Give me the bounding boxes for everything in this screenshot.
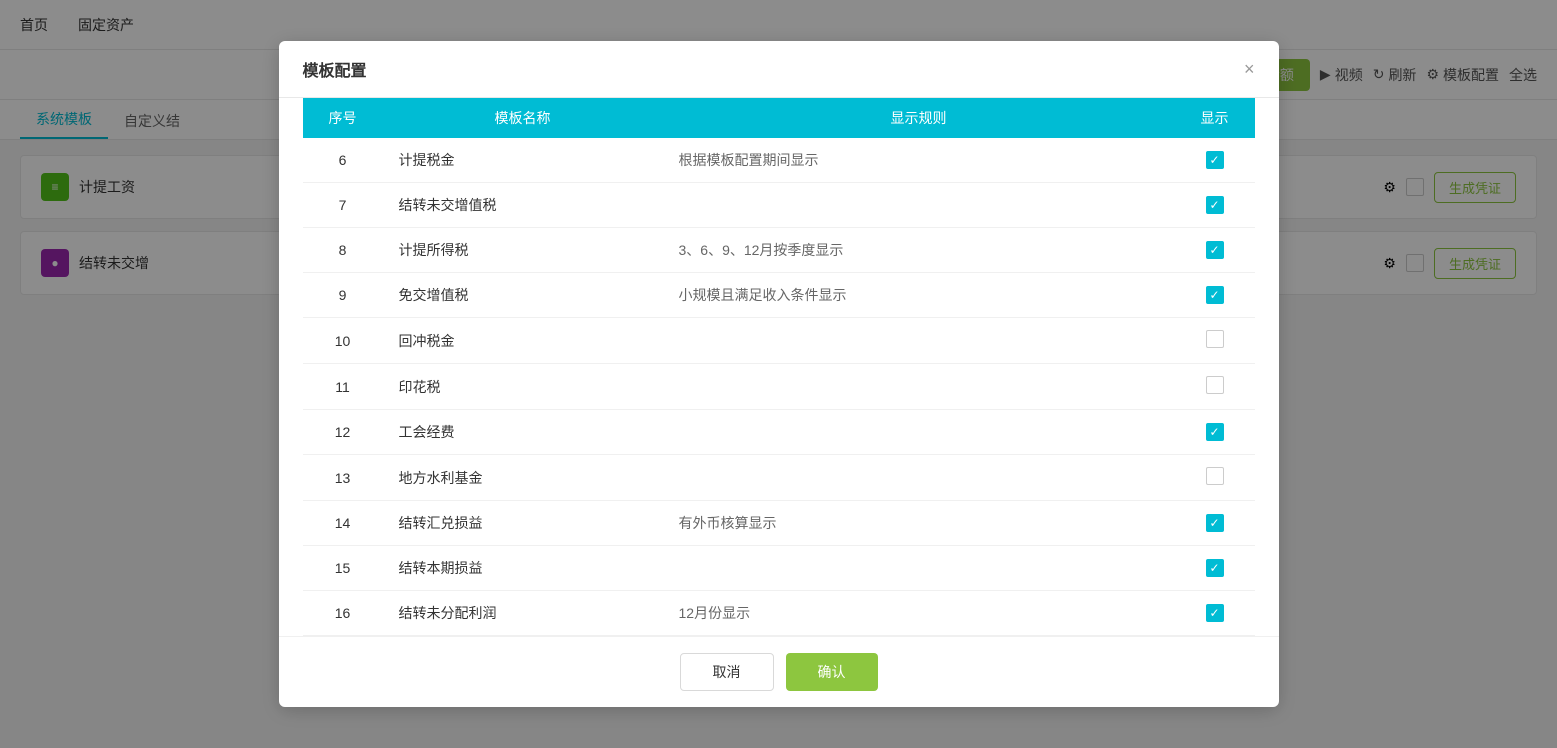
row-rule	[663, 410, 1175, 455]
modal-header: 模板配置 ×	[279, 41, 1279, 98]
modal-title: 模板配置	[303, 57, 367, 81]
row-name: 地方水利基金	[383, 455, 663, 501]
table-row: 10回冲税金	[303, 318, 1255, 364]
cancel-button[interactable]: 取消	[680, 653, 774, 691]
row-checkbox-cell	[1175, 546, 1255, 591]
row-id: 12	[303, 410, 383, 455]
row-id: 10	[303, 318, 383, 364]
row-name: 结转未分配利润	[383, 591, 663, 636]
table-header: 序号 模板名称 显示规则 显示	[303, 98, 1255, 138]
row-rule: 12月份显示	[663, 591, 1175, 636]
col-header-rule: 显示规则	[663, 98, 1175, 138]
modal-overlay: 模板配置 × 序号 模板名称 显示规则 显示 6计提税金根据模板配置期间显	[0, 0, 1557, 748]
row-rule	[663, 546, 1175, 591]
row-rule	[663, 318, 1175, 364]
row-checkbox-cell	[1175, 138, 1255, 183]
row-id: 9	[303, 273, 383, 318]
row-checkbox-cell	[1175, 273, 1255, 318]
row-rule	[663, 183, 1175, 228]
row-rule: 小规模且满足收入条件显示	[663, 273, 1175, 318]
row-id: 8	[303, 228, 383, 273]
row-name: 印花税	[383, 364, 663, 410]
col-header-name: 模板名称	[383, 98, 663, 138]
row-name: 结转本期损益	[383, 546, 663, 591]
row-checkbox-cell	[1175, 318, 1255, 364]
modal-footer: 取消 确认	[279, 636, 1279, 707]
row-name: 结转汇兑损益	[383, 501, 663, 546]
row-id: 13	[303, 455, 383, 501]
table-row: 14结转汇兑损益有外币核算显示	[303, 501, 1255, 546]
table-row: 7结转未交增值税	[303, 183, 1255, 228]
row-checkbox[interactable]	[1206, 330, 1224, 348]
modal-template-config: 模板配置 × 序号 模板名称 显示规则 显示 6计提税金根据模板配置期间显	[279, 41, 1279, 707]
row-checkbox-cell	[1175, 455, 1255, 501]
table-row: 13地方水利基金	[303, 455, 1255, 501]
row-checkbox-cell	[1175, 591, 1255, 636]
row-rule: 根据模板配置期间显示	[663, 138, 1175, 183]
row-checkbox-cell	[1175, 410, 1255, 455]
confirm-button[interactable]: 确认	[786, 653, 878, 691]
row-id: 7	[303, 183, 383, 228]
row-name: 工会经费	[383, 410, 663, 455]
row-rule: 3、6、9、12月按季度显示	[663, 228, 1175, 273]
col-header-show: 显示	[1175, 98, 1255, 138]
table-row: 6计提税金根据模板配置期间显示	[303, 138, 1255, 183]
row-id: 16	[303, 591, 383, 636]
row-checkbox[interactable]	[1206, 467, 1224, 485]
table-row: 8计提所得税3、6、9、12月按季度显示	[303, 228, 1255, 273]
table-row: 9免交增值税小规模且满足收入条件显示	[303, 273, 1255, 318]
row-checkbox[interactable]	[1206, 423, 1224, 441]
row-checkbox[interactable]	[1206, 376, 1224, 394]
row-id: 11	[303, 364, 383, 410]
row-checkbox[interactable]	[1206, 559, 1224, 577]
row-rule	[663, 364, 1175, 410]
table-row: 12工会经费	[303, 410, 1255, 455]
table-row: 16结转未分配利润12月份显示	[303, 591, 1255, 636]
row-rule	[663, 455, 1175, 501]
row-name: 计提税金	[383, 138, 663, 183]
row-checkbox[interactable]	[1206, 286, 1224, 304]
row-checkbox-cell	[1175, 183, 1255, 228]
modal-body: 序号 模板名称 显示规则 显示 6计提税金根据模板配置期间显示7结转未交增值税8…	[279, 98, 1279, 636]
row-checkbox-cell	[1175, 364, 1255, 410]
row-id: 15	[303, 546, 383, 591]
row-id: 6	[303, 138, 383, 183]
row-checkbox[interactable]	[1206, 241, 1224, 259]
row-name: 结转未交增值税	[383, 183, 663, 228]
table-scroll[interactable]: 序号 模板名称 显示规则 显示 6计提税金根据模板配置期间显示7结转未交增值税8…	[303, 98, 1255, 636]
table-row: 11印花税	[303, 364, 1255, 410]
row-id: 14	[303, 501, 383, 546]
row-rule: 有外币核算显示	[663, 501, 1175, 546]
table-body: 6计提税金根据模板配置期间显示7结转未交增值税8计提所得税3、6、9、12月按季…	[303, 138, 1255, 636]
row-checkbox[interactable]	[1206, 514, 1224, 532]
row-checkbox[interactable]	[1206, 151, 1224, 169]
row-name: 免交增值税	[383, 273, 663, 318]
row-checkbox-cell	[1175, 228, 1255, 273]
row-checkbox[interactable]	[1206, 196, 1224, 214]
col-header-id: 序号	[303, 98, 383, 138]
row-checkbox[interactable]	[1206, 604, 1224, 622]
row-checkbox-cell	[1175, 501, 1255, 546]
close-icon[interactable]: ×	[1244, 60, 1255, 78]
config-table: 序号 模板名称 显示规则 显示 6计提税金根据模板配置期间显示7结转未交增值税8…	[303, 98, 1255, 636]
table-row: 15结转本期损益	[303, 546, 1255, 591]
row-name: 计提所得税	[383, 228, 663, 273]
row-name: 回冲税金	[383, 318, 663, 364]
